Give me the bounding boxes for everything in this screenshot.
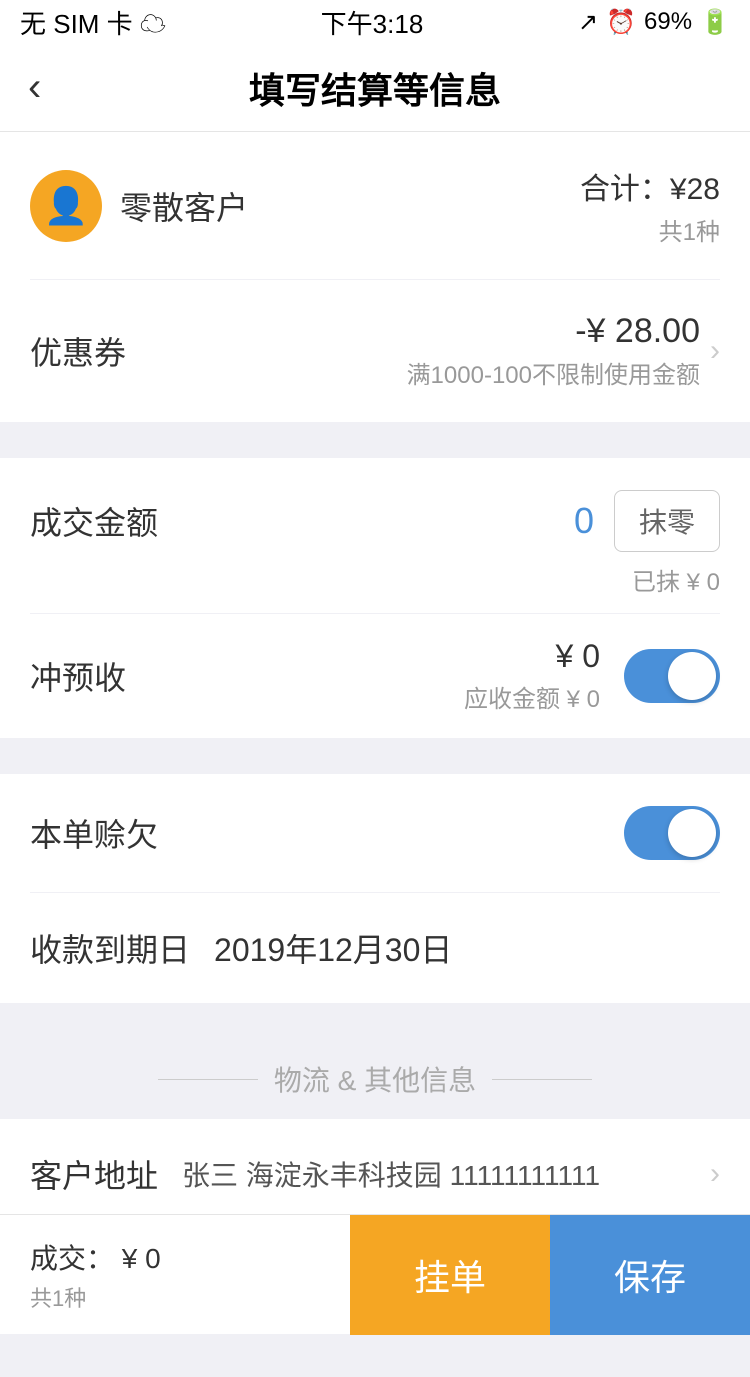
hang-button[interactable]: 挂单 — [350, 1215, 550, 1335]
deal-label: 成交金额 — [30, 498, 158, 544]
avatar-icon: 👤 — [44, 185, 89, 227]
already-zero-text: 已抹 ¥ 0 — [0, 562, 750, 613]
footer-count: 共1种 — [30, 1281, 320, 1313]
coupon-desc: 满1000-100不限制使用金额 — [407, 355, 700, 390]
battery-label: 69% — [644, 8, 692, 36]
nav-bar: ‹ 填写结算等信息 — [0, 44, 750, 132]
logistics-line-left — [158, 1079, 258, 1080]
advance-sub: 应收金额 ¥ 0 — [464, 679, 600, 714]
advance-toggle[interactable] — [624, 649, 720, 703]
customer-name: 零散客户 — [120, 183, 248, 229]
deal-row: 成交金额 抹零 — [0, 458, 750, 562]
footer-info: 成交： ¥ 0 共1种 — [0, 1237, 350, 1313]
total-count: 共1种 — [580, 212, 720, 247]
customer-total: 合计：¥28 共1种 — [580, 164, 720, 247]
battery-icon: 🔋 — [700, 8, 730, 37]
footer-deal-label: 成交： — [30, 1243, 114, 1274]
footer-deal-amount: 成交： ¥ 0 — [30, 1237, 320, 1277]
debt-toggle-knob — [668, 809, 716, 857]
customer-left: 👤 零散客户 — [30, 170, 248, 242]
debt-card: 本单赊欠 收款到期日 2019年12月30日 — [0, 774, 750, 1003]
coupon-value-block: -¥ 28.00 满1000-100不限制使用金额 — [407, 312, 700, 390]
main-content: 👤 零散客户 合计：¥28 共1种 优惠券 -¥ 28.00 满1000-100… — [0, 132, 750, 1377]
status-bar: 无 SIM 卡 ☁ 下午3:18 ↗ ⏰ 69% 🔋 — [0, 0, 750, 44]
address-chevron-icon: › — [710, 1157, 720, 1191]
sim-label: 无 SIM 卡 ☁ — [20, 4, 166, 41]
status-left: 无 SIM 卡 ☁ — [20, 4, 166, 41]
footer-deal-value: ¥ 0 — [122, 1243, 161, 1274]
total-amount: 合计：¥28 — [580, 164, 720, 208]
advance-label: 冲预收 — [30, 653, 126, 699]
deal-card: 成交金额 抹零 已抹 ¥ 0 冲预收 ¥ 0 应收金额 ¥ 0 — [0, 458, 750, 738]
debt-row: 本单赊欠 — [0, 774, 750, 892]
coupon-discount: -¥ 28.00 — [407, 312, 700, 351]
coupon-right: -¥ 28.00 满1000-100不限制使用金额 › — [407, 312, 720, 390]
section-divider3 — [0, 1021, 750, 1039]
logistics-line-right — [492, 1079, 592, 1080]
status-time: 下午3:18 — [321, 4, 424, 41]
advance-row: 冲预收 ¥ 0 应收金额 ¥ 0 — [0, 614, 750, 738]
status-right: ↗ ⏰ 69% 🔋 — [578, 8, 730, 37]
alarm-icon: ⏰ — [606, 8, 636, 37]
advance-right: ¥ 0 应收金额 ¥ 0 — [464, 638, 720, 714]
advance-value-block: ¥ 0 应收金额 ¥ 0 — [464, 638, 600, 714]
deal-input[interactable] — [514, 500, 594, 542]
logistics-title: 物流 & 其他信息 — [158, 1059, 592, 1099]
debt-label: 本单赊欠 — [30, 810, 158, 856]
coupon-row[interactable]: 优惠券 -¥ 28.00 满1000-100不限制使用金额 › — [0, 280, 750, 422]
duedate-row: 收款到期日 2019年12月30日 — [0, 893, 750, 1003]
avatar: 👤 — [30, 170, 102, 242]
address-card: 客户地址 张三 海淀永丰科技园 11111111111 › — [0, 1119, 750, 1229]
advance-amount: ¥ 0 — [464, 638, 600, 675]
toggle-knob — [668, 652, 716, 700]
location-icon: ↗ — [578, 8, 598, 37]
address-value: 张三 海淀永丰科技园 11111111111 — [182, 1154, 710, 1194]
duedate-value: 2019年12月30日 — [214, 925, 452, 971]
duedate-label: 收款到期日 — [30, 925, 190, 971]
customer-row: 👤 零散客户 合计：¥28 共1种 — [0, 132, 750, 279]
footer: 成交： ¥ 0 共1种 挂单 保存 — [0, 1214, 750, 1334]
section-divider — [0, 440, 750, 458]
logistics-label: 物流 & 其他信息 — [274, 1059, 476, 1099]
logistics-section: 物流 & 其他信息 — [0, 1039, 750, 1119]
back-button[interactable]: ‹ — [28, 65, 41, 110]
address-row[interactable]: 客户地址 张三 海淀永丰科技园 11111111111 › — [0, 1119, 750, 1229]
debt-toggle[interactable] — [624, 806, 720, 860]
customer-card: 👤 零散客户 合计：¥28 共1种 优惠券 -¥ 28.00 满1000-100… — [0, 132, 750, 422]
page-title: 填写结算等信息 — [249, 62, 501, 114]
section-divider2 — [0, 756, 750, 774]
address-label: 客户地址 — [30, 1151, 158, 1197]
deal-right: 抹零 — [514, 490, 720, 552]
save-button[interactable]: 保存 — [550, 1215, 750, 1335]
coupon-label: 优惠券 — [30, 328, 126, 374]
round-zero-button[interactable]: 抹零 — [614, 490, 720, 552]
chevron-right-icon: › — [710, 334, 720, 368]
